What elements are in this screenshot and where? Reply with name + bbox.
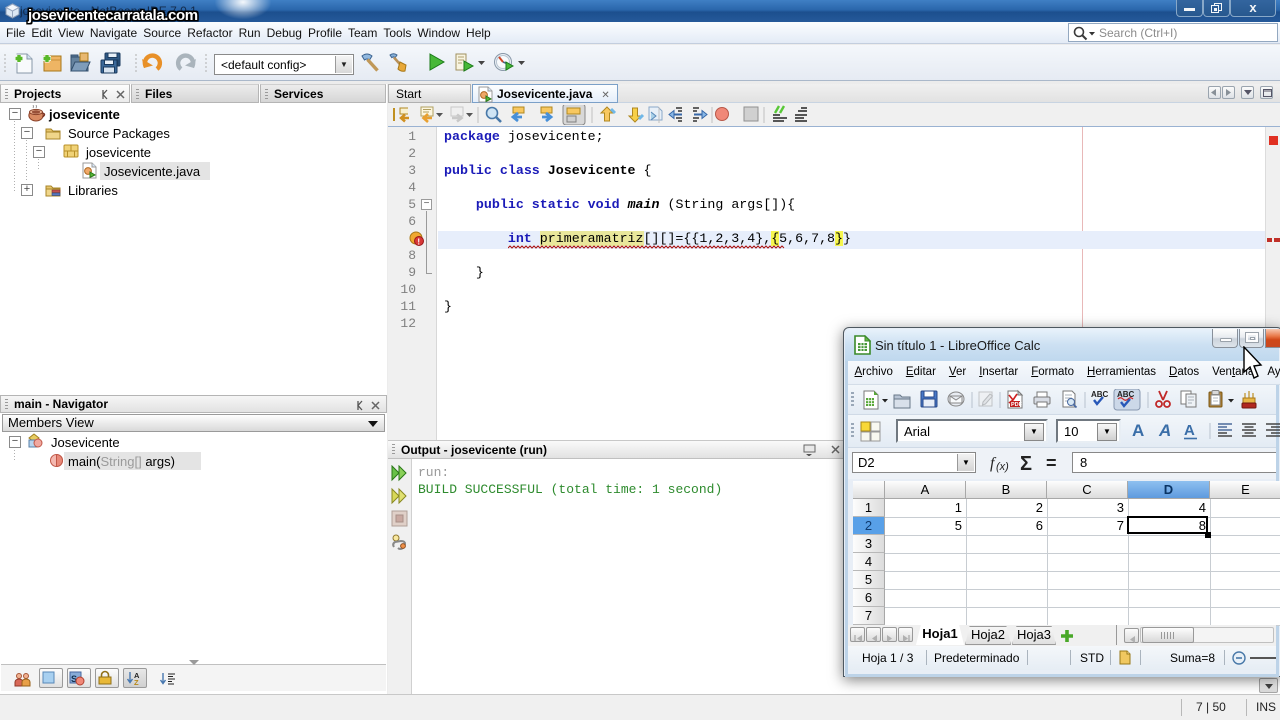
- svg-text:!: !: [417, 238, 420, 247]
- svg-text:=: =: [1046, 453, 1057, 473]
- svg-text:(x): (x): [996, 461, 1009, 473]
- svg-text:ABC: ABC: [1091, 390, 1109, 399]
- svg-text:A: A: [1132, 421, 1144, 440]
- svg-text:A: A: [1158, 421, 1171, 440]
- svg-text:PDF: PDF: [1011, 402, 1023, 408]
- svg-text:Σ: Σ: [1020, 453, 1032, 474]
- svg-text:Z: Z: [134, 678, 139, 686]
- svg-text:A: A: [1184, 422, 1195, 439]
